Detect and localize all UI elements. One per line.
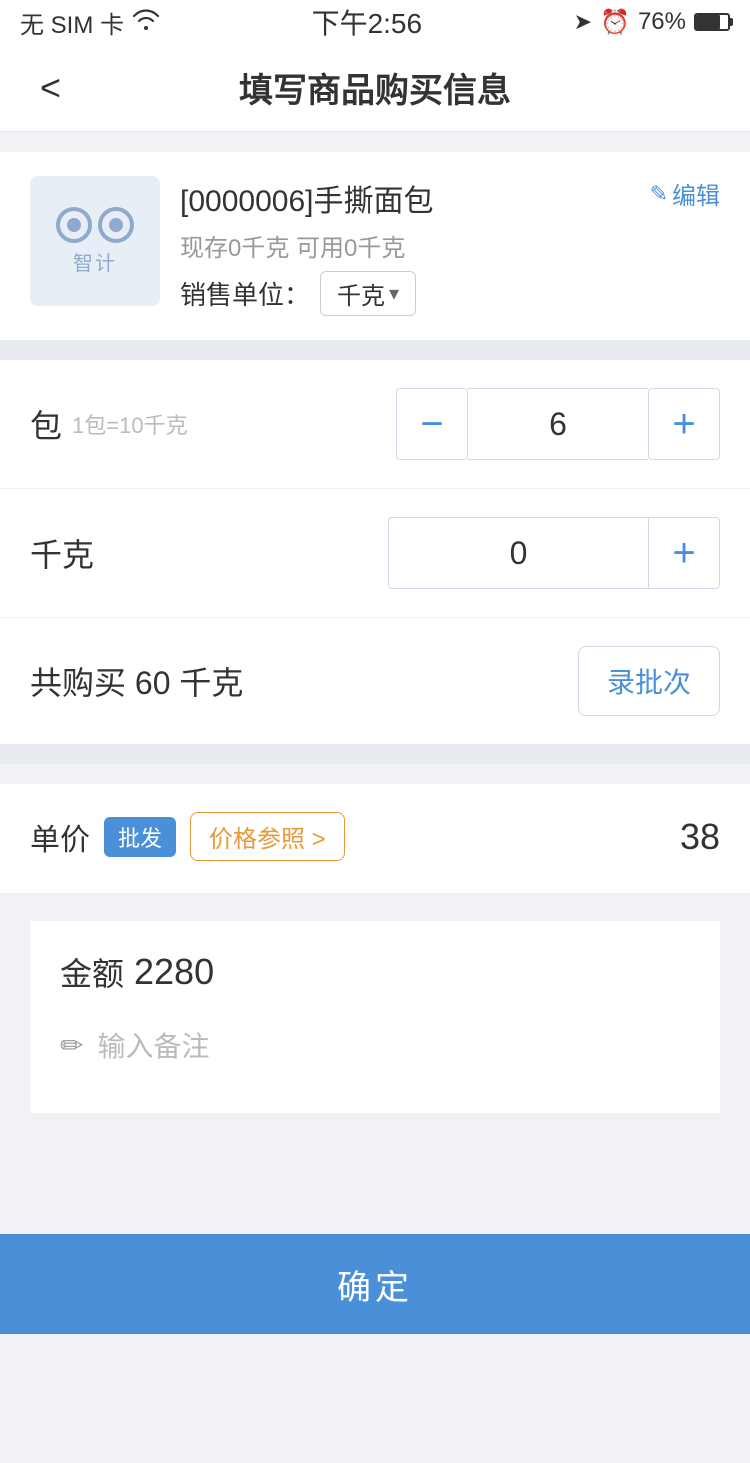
total-row: 共购买 60 千克 录批次 bbox=[0, 618, 750, 744]
product-logo: 智计 bbox=[56, 207, 134, 276]
kg-row: 千克 + bbox=[0, 489, 750, 618]
bao-plus-button[interactable]: + bbox=[648, 388, 720, 460]
alarm-icon: ⏰ bbox=[600, 8, 630, 37]
kg-label: 千克 bbox=[30, 530, 94, 576]
product-info: [0000006]手撕面包 ✎ 编辑 现存0千克 可用0千克 销售单位： 千克 … bbox=[180, 176, 720, 316]
price-label: 单价 bbox=[30, 815, 90, 859]
pencil-icon: ✏ bbox=[60, 1029, 83, 1062]
kg-controls: + bbox=[388, 517, 720, 589]
bao-minus-button[interactable]: − bbox=[396, 388, 468, 460]
edit-icon: ✎ bbox=[650, 181, 668, 207]
price-section: 单价 批发 价格参照 > 38 bbox=[0, 784, 750, 893]
bao-sublabel: 1包=10千克 bbox=[72, 408, 188, 440]
owl-label: 智计 bbox=[73, 247, 117, 276]
price-tag: 批发 bbox=[104, 817, 176, 857]
confirm-button-area[interactable]: 确定 bbox=[0, 1234, 750, 1334]
status-bar: 无 SIM 卡 下午2:56 ➤ ⏰ 76% bbox=[0, 0, 750, 44]
amount-section: 金额 2280 ✏ 输入备注 bbox=[0, 893, 750, 1113]
status-right: ➤ ⏰ 76% bbox=[574, 8, 730, 37]
amount-value: 2280 bbox=[134, 951, 214, 993]
total-label: 共购买 60 千克 bbox=[30, 658, 243, 704]
status-carrier: 无 SIM 卡 bbox=[20, 5, 160, 40]
separator-1 bbox=[0, 340, 750, 360]
carrier-text: 无 SIM 卡 bbox=[20, 5, 124, 40]
product-stock: 现存0千克 可用0千克 bbox=[180, 228, 720, 263]
owl-left-eye bbox=[56, 207, 92, 243]
unit-selector[interactable]: 千克 ▾ bbox=[320, 271, 416, 316]
product-unit-row: 销售单位： 千克 ▾ bbox=[180, 271, 720, 316]
unit-label: 销售单位： bbox=[180, 275, 310, 312]
separator-2 bbox=[0, 744, 750, 764]
kg-input[interactable] bbox=[388, 517, 648, 589]
battery-percent: 76% bbox=[638, 8, 686, 36]
owl-right-eye bbox=[98, 207, 134, 243]
batch-button[interactable]: 录批次 bbox=[578, 646, 720, 716]
remark-placeholder: 输入备注 bbox=[97, 1025, 209, 1065]
price-value: 38 bbox=[680, 816, 720, 858]
location-icon: ➤ bbox=[574, 9, 592, 35]
back-button[interactable]: < bbox=[30, 57, 71, 119]
product-image: 智计 bbox=[30, 176, 160, 306]
bao-controls: − + bbox=[396, 388, 720, 460]
product-name: [0000006]手撕面包 bbox=[180, 176, 433, 220]
amount-label: 金额 bbox=[60, 949, 124, 995]
remark-row[interactable]: ✏ 输入备注 bbox=[60, 1015, 690, 1085]
bao-row: 包 1包=10千克 − + bbox=[0, 360, 750, 489]
bao-input[interactable] bbox=[468, 388, 648, 460]
edit-button[interactable]: ✎ 编辑 bbox=[650, 176, 720, 211]
kg-plus-button[interactable]: + bbox=[648, 517, 720, 589]
price-ref-button[interactable]: 价格参照 > bbox=[190, 812, 345, 861]
price-row: 单价 批发 价格参照 > 38 bbox=[30, 812, 720, 861]
page-title: 填写商品购买信息 bbox=[239, 63, 511, 112]
product-card: 智计 [0000006]手撕面包 ✎ 编辑 现存0千克 可用0千克 销售单位： … bbox=[0, 152, 750, 340]
bao-label: 包 bbox=[30, 401, 62, 447]
confirm-button-label: 确定 bbox=[337, 1260, 413, 1309]
status-time: 下午2:56 bbox=[312, 2, 423, 42]
unit-value: 千克 bbox=[337, 276, 385, 311]
dropdown-arrow-icon: ▾ bbox=[389, 281, 399, 306]
amount-row: 金额 2280 bbox=[60, 949, 690, 995]
quantity-section: 包 1包=10千克 − + 千克 + 共购买 60 千克 录批次 bbox=[0, 360, 750, 744]
wifi-icon bbox=[132, 8, 160, 37]
nav-bar: < 填写商品购买信息 bbox=[0, 44, 750, 132]
battery-icon bbox=[694, 13, 730, 31]
edit-label: 编辑 bbox=[672, 176, 720, 211]
